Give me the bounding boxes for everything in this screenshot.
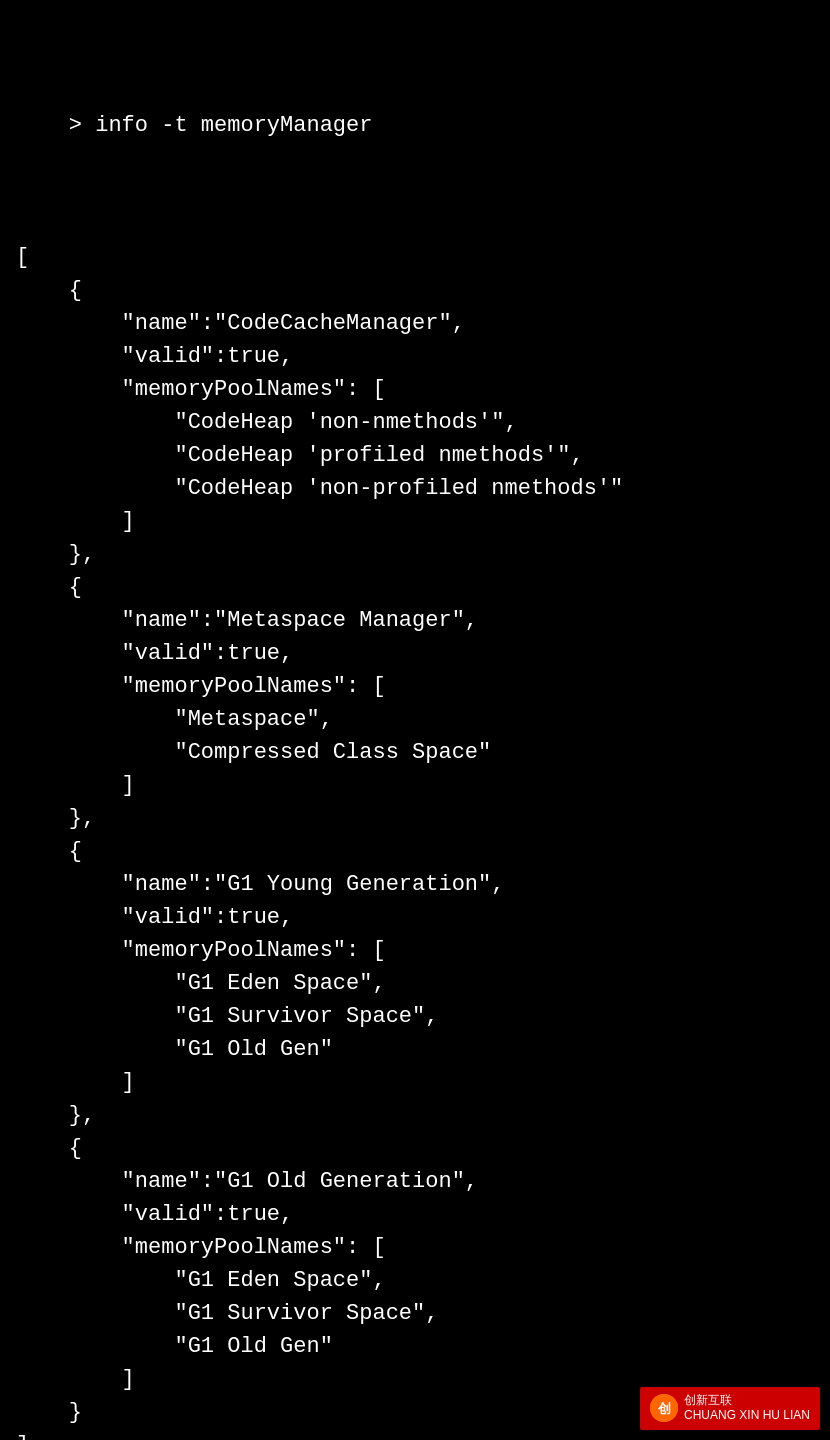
output-line: "memoryPoolNames": [ (16, 1231, 814, 1264)
command-text: info -t memoryManager (95, 113, 372, 138)
watermark-logo: 创 (650, 1394, 678, 1422)
output-line: "name":"CodeCacheManager", (16, 307, 814, 340)
output-line: "Compressed Class Space" (16, 736, 814, 769)
output-line: ] (16, 505, 814, 538)
output-line: "valid":true, (16, 340, 814, 373)
output-line: }, (16, 538, 814, 571)
output-line: "name":"G1 Old Generation", (16, 1165, 814, 1198)
output-line: }, (16, 1099, 814, 1132)
output-line: "name":"G1 Young Generation", (16, 868, 814, 901)
output-line: "memoryPoolNames": [ (16, 934, 814, 967)
output-line: }, (16, 802, 814, 835)
output-line: { (16, 1132, 814, 1165)
output-line: "CodeHeap 'non-profiled nmethods'" (16, 472, 814, 505)
output-line: "CodeHeap 'non-nmethods'", (16, 406, 814, 439)
terminal-window: > info -t memoryManager [ { "name":"Code… (16, 10, 814, 1440)
terminal-output: [ { "name":"CodeCacheManager", "valid":t… (16, 241, 814, 1440)
output-line: "Metaspace", (16, 703, 814, 736)
output-line: "valid":true, (16, 637, 814, 670)
output-line: [ (16, 241, 814, 274)
output-line: "G1 Old Gen" (16, 1033, 814, 1066)
output-line: "valid":true, (16, 1198, 814, 1231)
watermark-badge: 创 创新互联 CHUANG XIN HU LIAN (640, 1387, 820, 1430)
output-line: "CodeHeap 'profiled nmethods'", (16, 439, 814, 472)
watermark-line1: 创新互联 (684, 1393, 810, 1409)
output-line: "name":"Metaspace Manager", (16, 604, 814, 637)
output-line: "valid":true, (16, 901, 814, 934)
watermark-text-block: 创新互联 CHUANG XIN HU LIAN (684, 1393, 810, 1424)
output-line: "G1 Eden Space", (16, 1264, 814, 1297)
output-line: "G1 Survivor Space", (16, 1000, 814, 1033)
output-line: "G1 Survivor Space", (16, 1297, 814, 1330)
output-line: ] (16, 769, 814, 802)
output-line: "G1 Eden Space", (16, 967, 814, 1000)
prompt-symbol: > (69, 113, 95, 138)
output-line: "memoryPoolNames": [ (16, 670, 814, 703)
output-line: "G1 Old Gen" (16, 1330, 814, 1363)
svg-text:创: 创 (656, 1401, 670, 1416)
watermark-line2: CHUANG XIN HU LIAN (684, 1408, 810, 1424)
output-line: { (16, 274, 814, 307)
watermark-icon: 创 (650, 1394, 678, 1422)
output-line: ] (16, 1066, 814, 1099)
command-line: > info -t memoryManager (16, 76, 814, 175)
output-line: "memoryPoolNames": [ (16, 373, 814, 406)
output-line: { (16, 835, 814, 868)
output-line: ] (16, 1429, 814, 1440)
output-line: { (16, 571, 814, 604)
